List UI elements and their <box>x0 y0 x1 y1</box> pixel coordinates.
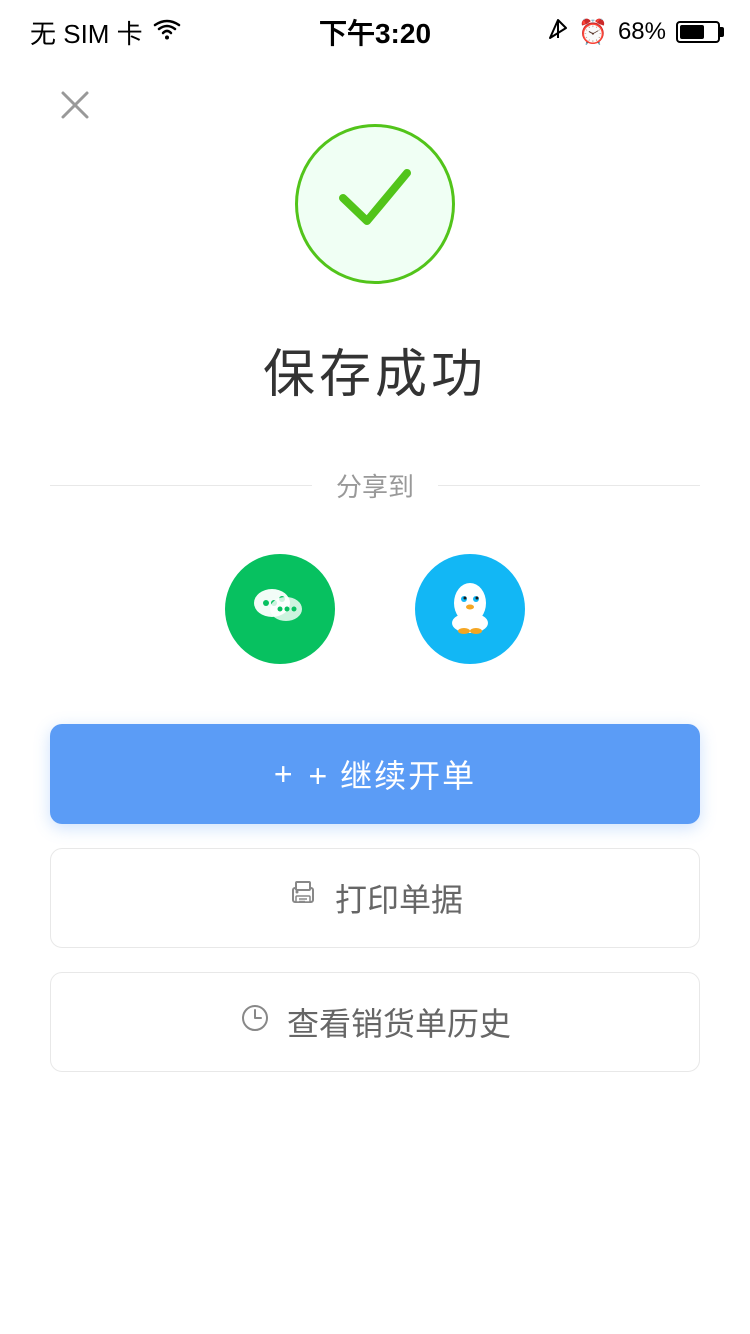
action-buttons: + + 继续开单 打印单据 <box>0 724 750 1072</box>
battery-percent: 68% <box>618 18 666 46</box>
status-bar: 无 SIM 卡 下午3:20 ⏰ 68% <box>0 0 750 64</box>
continue-icon: + <box>274 756 293 793</box>
history-icon <box>239 1002 271 1042</box>
print-label: 打印单据 <box>335 875 463 921</box>
close-button[interactable] <box>50 80 100 130</box>
print-icon <box>287 878 319 918</box>
location-icon <box>548 18 568 47</box>
share-section: 分享到 <box>0 467 750 664</box>
share-label: 分享到 <box>312 467 438 504</box>
continue-button[interactable]: + + 继续开单 <box>50 724 700 824</box>
share-icons-container <box>0 554 750 664</box>
continue-label: + 继续开单 <box>309 751 477 797</box>
carrier-text: 无 SIM 卡 <box>30 14 143 51</box>
close-icon <box>57 87 93 123</box>
history-button[interactable]: 查看销货单历史 <box>50 972 700 1072</box>
history-label: 查看销货单历史 <box>287 999 511 1045</box>
status-time: 下午3:20 <box>319 12 431 52</box>
checkmark-icon <box>335 163 415 246</box>
qq-share-button[interactable] <box>415 554 525 664</box>
print-button[interactable]: 打印单据 <box>50 848 700 948</box>
status-right: ⏰ 68% <box>548 18 720 47</box>
wechat-share-button[interactable] <box>225 554 335 664</box>
success-title: 保存成功 <box>263 332 487 407</box>
success-circle <box>295 124 455 284</box>
battery-indicator <box>676 21 720 43</box>
share-divider: 分享到 <box>0 467 750 504</box>
divider-line-right <box>438 485 700 486</box>
divider-line-left <box>50 485 312 486</box>
alarm-icon: ⏰ <box>578 18 608 47</box>
status-left: 无 SIM 卡 <box>30 14 181 51</box>
wifi-icon <box>153 17 181 48</box>
main-content: 保存成功 分享到 <box>0 64 750 1072</box>
